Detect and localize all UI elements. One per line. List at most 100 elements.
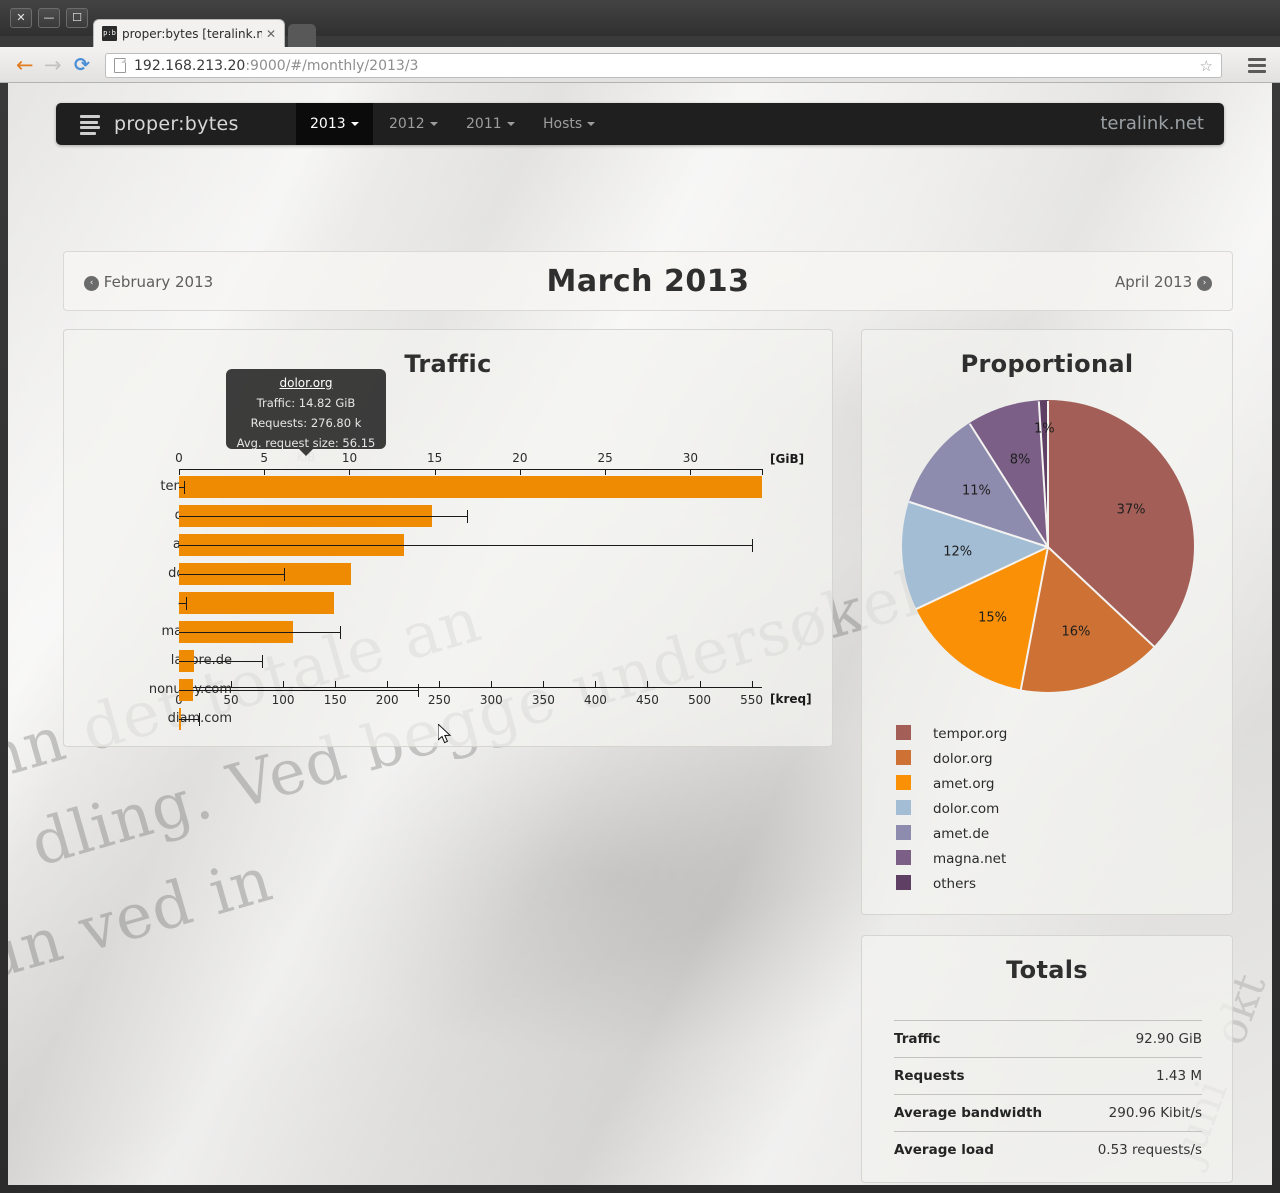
axis-tick-label: 300	[479, 693, 503, 707]
totals-row: Average load 0.53 requests/s	[894, 1131, 1202, 1168]
address-bar[interactable]: 192.168.213.20:9000/#/monthly/2013/3 ☆	[105, 53, 1222, 78]
traffic-bar[interactable]	[179, 592, 335, 614]
axis-tick-label: 450	[636, 693, 659, 707]
app-brand[interactable]: proper:bytes	[114, 112, 239, 136]
legend-item[interactable]: amet.de	[896, 822, 1196, 847]
nav-item-hosts[interactable]: Hosts	[529, 103, 609, 145]
legend-item[interactable]: tempor.org	[896, 722, 1196, 747]
nav-item-2012[interactable]: 2012	[375, 103, 452, 145]
legend-item[interactable]: magna.net	[896, 847, 1196, 872]
url-path: :9000/#/monthly/2013/3	[245, 58, 419, 74]
new-tab-button[interactable]	[288, 24, 316, 47]
requests-end-cap	[284, 568, 286, 581]
legend-item[interactable]: dolor.org	[896, 747, 1196, 772]
axis-tick	[690, 469, 692, 475]
page-viewport: enn det totale an dling. Ved begge under…	[8, 83, 1272, 1185]
requests-line	[179, 719, 199, 720]
pie-chart[interactable]: 37% 16% 15% 12% 11% 8% 1%	[902, 400, 1194, 692]
legend-color-swatch	[896, 750, 911, 765]
traffic-axis-unit: [GiB]	[770, 452, 805, 466]
totals-row-value: 1.43 M	[1156, 1068, 1202, 1084]
menu-hamburger-icon[interactable]	[80, 115, 100, 135]
axis-tick	[699, 681, 701, 687]
month-navigation-bar: ‹ February 2013 March 2013 April 2013 ›	[63, 251, 1233, 311]
axis-tick-label: 100	[271, 693, 295, 707]
requests-end-cap	[467, 510, 469, 523]
totals-row-key: Requests	[894, 1068, 965, 1084]
totals-row-value: 0.53 requests/s	[1097, 1142, 1202, 1158]
axis-tick	[349, 469, 351, 475]
axis-tick	[543, 681, 545, 687]
requests-line	[179, 661, 263, 662]
back-arrow-icon[interactable]: ←	[16, 54, 38, 76]
nav-item-2013[interactable]: 2013	[296, 103, 373, 145]
axis-tick-label: 30	[682, 451, 699, 465]
browser-menu-icon[interactable]	[1248, 58, 1266, 73]
traffic-bar-chart[interactable]: 051015202530[GiB]05010015020025030035040…	[64, 390, 834, 740]
nav-item-2013-label: 2013	[310, 116, 346, 132]
pie-slice-label: 12%	[943, 544, 973, 560]
axis-tick	[605, 469, 607, 475]
reload-icon[interactable]: ⟳	[74, 54, 96, 76]
axis-tick-label: 15	[427, 451, 443, 465]
axis-tick-label: 350	[531, 693, 555, 707]
browser-toolbar: ← → ⟳ 192.168.213.20:9000/#/monthly/2013…	[0, 47, 1280, 83]
next-month-link[interactable]: April 2013 ›	[1115, 252, 1212, 312]
legend-label: dolor.org	[933, 751, 993, 767]
legend-color-swatch	[896, 850, 911, 865]
tooltip-arrow-icon	[299, 449, 313, 456]
forward-arrow-icon[interactable]: →	[44, 54, 66, 76]
totals-row: Requests 1.43 M	[894, 1057, 1202, 1094]
axis-tick	[519, 469, 521, 475]
title-bar: ✕ — ☐ p:b proper:bytes [teralink.net ✕	[0, 0, 1280, 47]
browser-tab[interactable]: p:b proper:bytes [teralink.net ✕	[93, 19, 285, 47]
browser-window: ✕ — ☐ p:b proper:bytes [teralink.net ✕ ←…	[0, 0, 1280, 1193]
page-document-icon	[114, 58, 126, 73]
tooltip-traffic: Traffic: 14.82 GiB	[256, 396, 356, 410]
nav-item-hosts-label: Hosts	[543, 116, 583, 132]
chevron-down-icon	[587, 122, 596, 126]
legend-item[interactable]: others	[896, 872, 1196, 897]
tab-title: proper:bytes [teralink.net	[122, 27, 262, 41]
bookmark-star-icon[interactable]: ☆	[1200, 57, 1213, 76]
bar-category-label: diam.com	[167, 711, 232, 726]
traffic-bar[interactable]	[179, 476, 762, 498]
tab-close-icon[interactable]: ✕	[266, 25, 276, 43]
requests-line	[179, 603, 187, 604]
totals-row-value: 92.90 GiB	[1135, 1031, 1202, 1047]
axis-tick	[491, 681, 493, 687]
axis-tick	[335, 681, 337, 687]
url-host: 192.168.213.20	[134, 58, 246, 74]
axis-tick-label: 25	[597, 451, 613, 465]
pie-slice-label: 37%	[1116, 502, 1146, 518]
nav-item-2011-label: 2011	[466, 116, 502, 132]
axis-tick	[762, 469, 763, 475]
totals-panel: Totals Traffic 92.90 GiB Requests 1.43 M Ave…	[861, 935, 1233, 1183]
tooltip-requests: Requests: 276.80 k	[250, 416, 362, 430]
requests-line	[179, 516, 468, 517]
requests-line	[179, 574, 285, 575]
bar-tooltip: dolor.org Traffic: 14.82 GiB Requests: 2…	[226, 369, 386, 464]
window-maximize-button[interactable]: ☐	[66, 8, 88, 28]
totals-panel-title: Totals	[1006, 956, 1088, 984]
traffic-panel: Traffic 051015202530[GiB]050100150200250…	[63, 329, 833, 747]
axis-tick	[595, 681, 597, 687]
axis-tick	[647, 681, 649, 687]
requests-axis-line	[179, 687, 762, 688]
proportional-panel: Proportional 37% 16% 15% 12% 11% 8% 1% tempor.…	[861, 329, 1233, 915]
totals-row: Traffic 92.90 GiB	[894, 1020, 1202, 1057]
axis-tick-label: 150	[323, 693, 347, 707]
window-minimize-button[interactable]: —	[38, 8, 60, 28]
legend-color-swatch	[896, 725, 911, 740]
legend-label: amet.org	[933, 776, 995, 792]
axis-tick	[387, 681, 389, 687]
axis-tick	[264, 469, 266, 475]
window-close-button[interactable]: ✕	[10, 8, 32, 28]
pie-slice-label: 1%	[1034, 421, 1055, 437]
legend-item[interactable]: amet.org	[896, 772, 1196, 797]
axis-tick	[283, 681, 285, 687]
pie-legend: tempor.org dolor.org amet.org dolor.com amet…	[896, 722, 1196, 897]
pie-panel-title: Proportional	[960, 350, 1134, 378]
legend-item[interactable]: dolor.com	[896, 797, 1196, 822]
nav-item-2011[interactable]: 2011	[452, 103, 529, 145]
